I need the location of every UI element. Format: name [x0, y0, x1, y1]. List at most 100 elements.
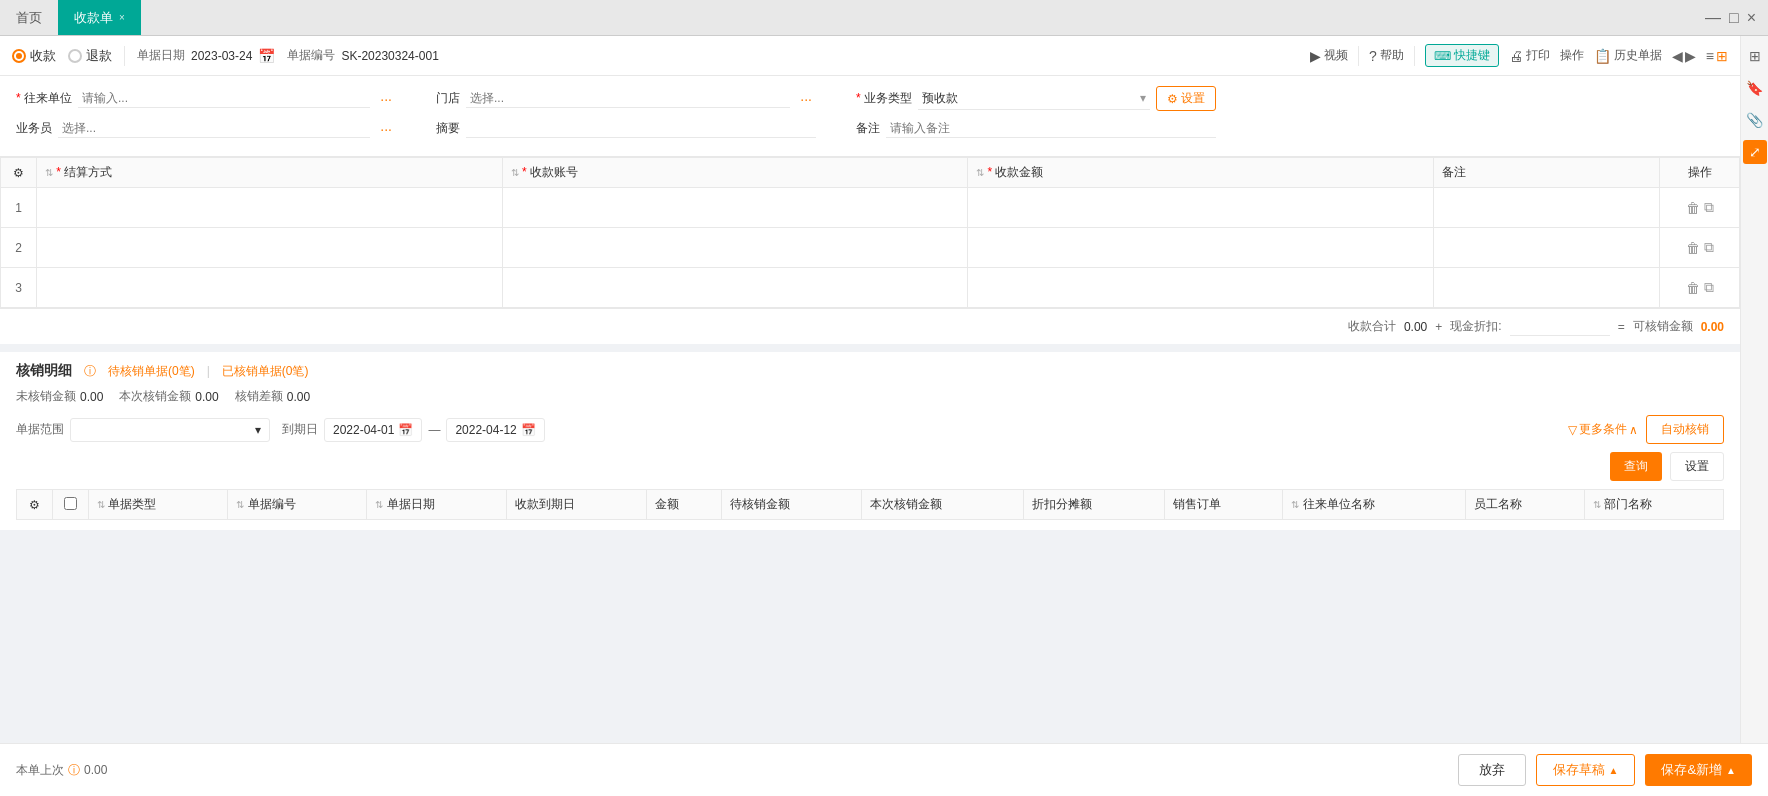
copy-icon-row3[interactable]: ⧉	[1704, 279, 1714, 296]
th-notes-label: 备注	[1442, 165, 1466, 179]
th-gear[interactable]: ⚙	[1, 158, 37, 188]
bth-employee: 员工名称	[1466, 490, 1585, 520]
delete-icon-row1[interactable]: 🗑	[1686, 200, 1700, 216]
summary-input[interactable]	[466, 119, 816, 138]
bth-discount: 折扣分摊额	[1024, 490, 1164, 520]
bth-due-date: 收款到期日	[506, 490, 646, 520]
business-type-value: 预收款	[922, 90, 1140, 107]
sidebar-icon-expand[interactable]: ⤢	[1743, 140, 1767, 164]
table-settings-btn[interactable]: 设置	[1670, 452, 1724, 481]
bth-gear[interactable]: ⚙	[17, 490, 53, 520]
counterparty-input[interactable]	[78, 89, 370, 108]
form-area: 往来单位 ··· 门店 ··· 业务类型 预收款 ▾ ⚙ 设置	[0, 76, 1740, 157]
layout-grid-icon[interactable]: ⊞	[1716, 48, 1728, 64]
chevron-up-icon: ∧	[1629, 423, 1638, 437]
date-to-input[interactable]: 2022-04-12 📅	[446, 418, 544, 442]
auto-verify-btn[interactable]: 自动核销	[1646, 415, 1724, 444]
close-icon[interactable]: ×	[1747, 9, 1756, 27]
date-from-input[interactable]: 2022-04-01 📅	[324, 418, 422, 442]
row-2-settlement[interactable]	[37, 228, 503, 268]
discount-input[interactable]	[1510, 317, 1610, 336]
th-operation: 操作	[1660, 158, 1740, 188]
tab-bar: 首页 收款单 × — □ ×	[0, 0, 1768, 36]
table-row: 1 🗑 ⧉	[1, 188, 1740, 228]
completed-tab[interactable]: 已核销单据(0笔)	[222, 363, 309, 380]
arrow-left-icon[interactable]: ◀	[1672, 48, 1683, 64]
radio-dot-shoukuan	[12, 49, 26, 63]
bth-bill-date-label: 单据日期	[387, 497, 435, 511]
counterparty-more-btn[interactable]: ···	[376, 91, 396, 107]
th-account: ⇅ * 收款账号	[502, 158, 968, 188]
main-table: ⚙ ⇅ * 结算方式 ⇅ * 收款账号 ⇅ * 收款	[0, 157, 1740, 308]
salesperson-more-btn[interactable]: ···	[376, 121, 396, 137]
tab-close-icon[interactable]: ×	[119, 12, 125, 23]
video-label: 视频	[1324, 47, 1348, 64]
delete-icon-row3[interactable]: 🗑	[1686, 280, 1700, 296]
layout-list-icon[interactable]: ≡	[1706, 48, 1714, 64]
total-value: 0.00	[1404, 320, 1427, 334]
minimize-icon[interactable]: —	[1705, 9, 1721, 27]
query-btn[interactable]: 查询	[1610, 452, 1662, 481]
help-btn[interactable]: ? 帮助	[1369, 47, 1404, 64]
unverified-label: 未核销金额	[16, 388, 76, 405]
arrow-right-icon[interactable]: ▶	[1685, 48, 1696, 64]
calendar-icon[interactable]: 📅	[258, 48, 275, 64]
select-all-checkbox[interactable]	[64, 497, 77, 510]
form-row-1: 往来单位 ··· 门店 ··· 业务类型 预收款 ▾ ⚙ 设置	[16, 86, 1724, 111]
delete-icon-row2[interactable]: 🗑	[1686, 240, 1700, 256]
sidebar-icon-bookmark[interactable]: 🔖	[1743, 76, 1767, 100]
bth-bill-type: ⇅ 单据类型	[89, 490, 228, 520]
row-3-amount[interactable]	[968, 268, 1434, 308]
notes-input[interactable]	[886, 119, 1216, 138]
kuaijian-icon: ⌨	[1434, 49, 1451, 63]
th-settlement-label: 结算方式	[64, 165, 112, 179]
due-date-filter: 到期日 2022-04-01 📅 — 2022-04-12 📅	[282, 418, 545, 442]
toolbar-arrows: ◀ ▶	[1672, 48, 1696, 64]
more-conditions-btn[interactable]: ▽ 更多条件 ∧	[1568, 421, 1638, 438]
range-select[interactable]: ▾	[70, 418, 270, 442]
range-dropdown-icon: ▾	[255, 423, 261, 437]
copy-icon-row2[interactable]: ⧉	[1704, 239, 1714, 256]
video-btn[interactable]: ▶ 视频	[1310, 47, 1348, 64]
equals-sign: =	[1618, 320, 1625, 334]
radio-shoukuan[interactable]: 收款	[12, 47, 56, 65]
sidebar-icon-table[interactable]: ⊞	[1743, 44, 1767, 68]
row-1-account[interactable]	[502, 188, 968, 228]
row-2-account[interactable]	[502, 228, 968, 268]
filter-icon: ▽	[1568, 423, 1577, 437]
tab-home[interactable]: 首页	[0, 0, 58, 35]
sidebar-icon-attachment[interactable]: 📎	[1743, 108, 1767, 132]
more-conditions-label: 更多条件	[1579, 421, 1627, 438]
row-2-amount[interactable]	[968, 228, 1434, 268]
verify-info-icon[interactable]: ⓘ	[84, 363, 96, 380]
row-3-account[interactable]	[502, 268, 968, 308]
date-to-value: 2022-04-12	[455, 423, 516, 437]
business-type-select[interactable]: 预收款 ▾	[918, 88, 1150, 110]
print-btn[interactable]: 🖨 打印	[1509, 47, 1550, 64]
kuaijian-btn[interactable]: ⌨ 快捷键	[1425, 44, 1499, 67]
pending-tab[interactable]: 待核销单据(0笔)	[108, 363, 195, 380]
radio-tuikuan[interactable]: 退款	[68, 47, 112, 65]
history-btn[interactable]: 📋 历史单据	[1594, 47, 1662, 64]
row-3-notes[interactable]	[1433, 268, 1659, 308]
operation-btn[interactable]: 操作	[1560, 47, 1584, 64]
row-2-notes[interactable]	[1433, 228, 1659, 268]
operation-label: 操作	[1560, 47, 1584, 64]
row-1-amount[interactable]	[968, 188, 1434, 228]
store-more-btn[interactable]: ···	[796, 91, 816, 107]
settings-button[interactable]: ⚙ 设置	[1156, 86, 1216, 111]
row-1-notes[interactable]	[1433, 188, 1659, 228]
copy-icon-row1[interactable]: ⧉	[1704, 199, 1714, 216]
store-input[interactable]	[466, 89, 790, 108]
row-3-settlement[interactable]	[37, 268, 503, 308]
maximize-icon[interactable]: □	[1729, 9, 1739, 27]
salesperson-field: 业务员 ···	[16, 119, 396, 138]
tab-current[interactable]: 收款单 ×	[58, 0, 141, 35]
date-field-group: 单据日期 2023-03-24 📅	[137, 47, 275, 64]
unverified-value: 0.00	[80, 390, 103, 404]
bth-counterparty: ⇅ 往来单位名称	[1283, 490, 1466, 520]
radio-dot-tuikuan	[68, 49, 82, 63]
no-label: 单据编号	[287, 47, 335, 64]
row-1-settlement[interactable]	[37, 188, 503, 228]
salesperson-input[interactable]	[58, 119, 370, 138]
